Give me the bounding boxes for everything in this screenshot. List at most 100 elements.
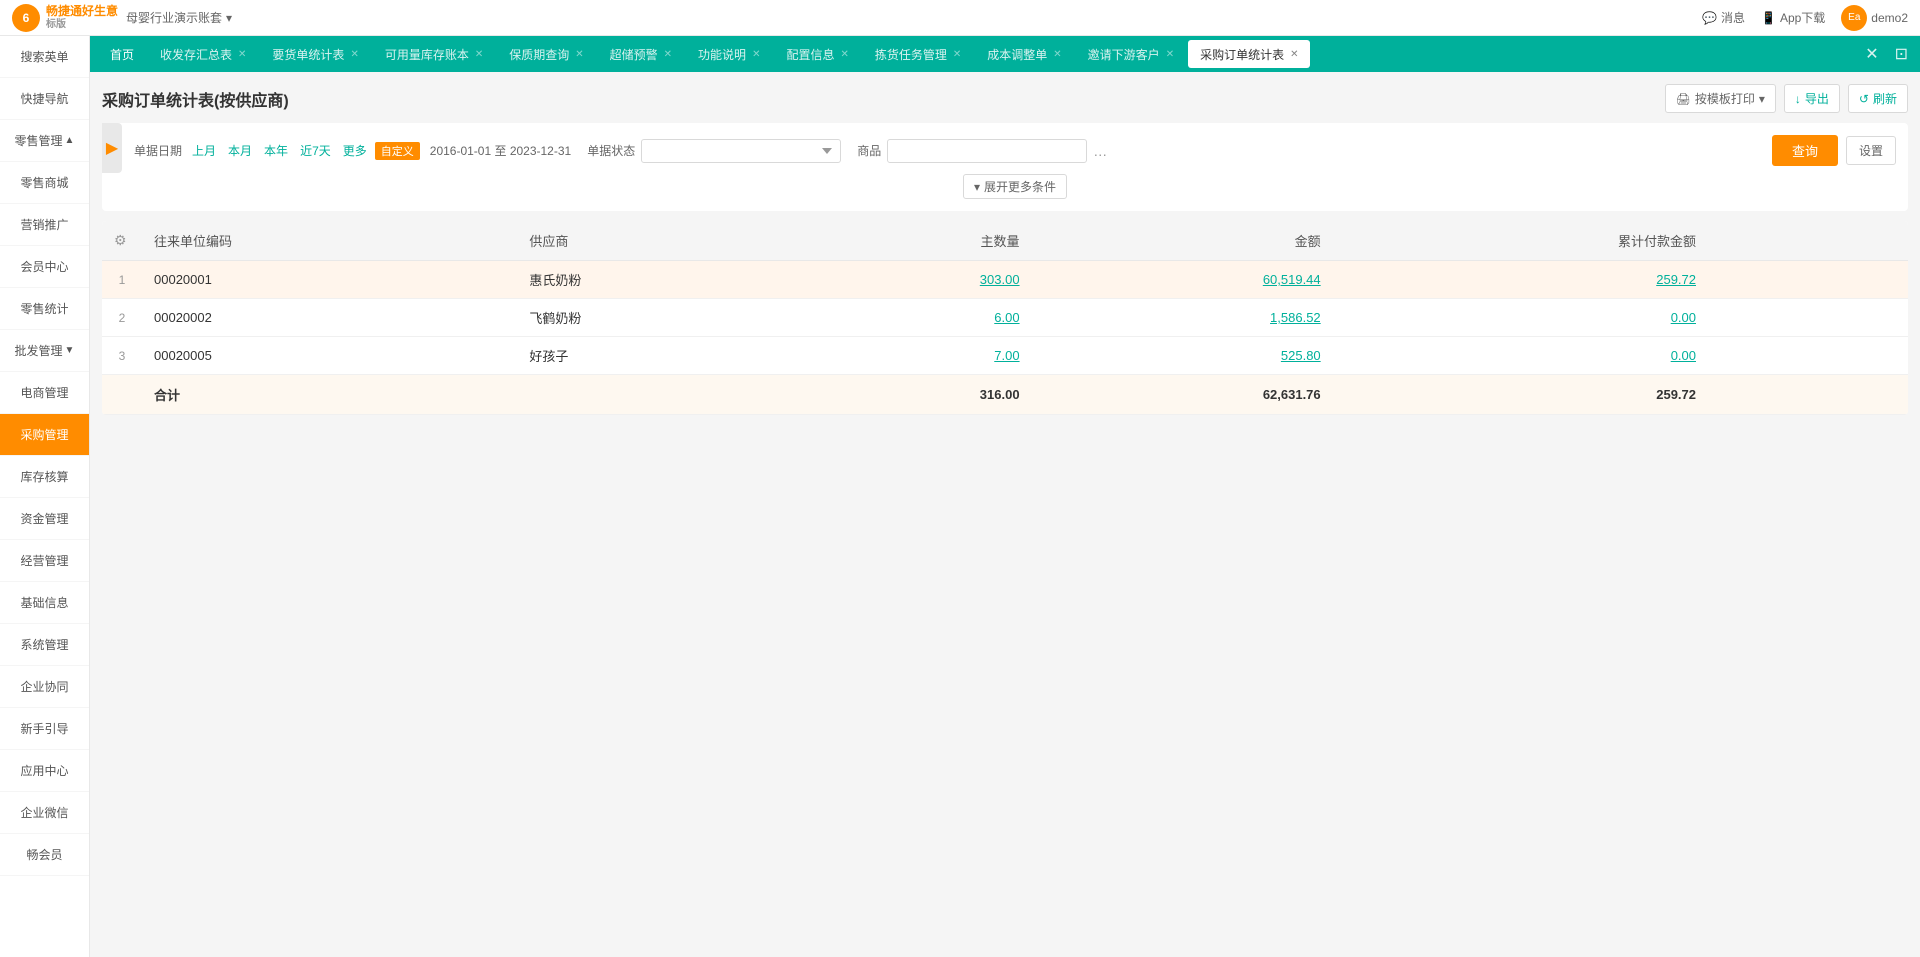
status-filter: 单据状态: [587, 139, 841, 163]
filter-section: ▶ 单据日期 上月 本月 本年 近7天 更多 自定义: [102, 123, 1908, 211]
top-bar-left: 6 畅捷通好生意 标版 母婴行业演示账套 ▾: [12, 4, 232, 32]
expand-filters-button[interactable]: ▾ 展开更多条件: [963, 174, 1067, 199]
sidebar-item-finance[interactable]: 资金管理: [0, 498, 89, 540]
user-profile[interactable]: Ea demo2: [1841, 5, 1908, 31]
close-tab-invite-downstream[interactable]: ✕: [1166, 49, 1174, 60]
close-tab-available-inv[interactable]: ✕: [475, 49, 483, 60]
close-tab-cost-adjust[interactable]: ✕: [1053, 49, 1061, 60]
sidebar-item-new-guide[interactable]: 新手引导: [0, 708, 89, 750]
maximize-tab-action[interactable]: ⊡: [1891, 44, 1912, 64]
table-row: 1 00020001 惠氏奶粉 303.00 60,519.44 259.72: [102, 261, 1908, 299]
chevron-down-icon: ▾: [226, 11, 232, 25]
tab-cost-adjust[interactable]: 成本调整单 ✕: [975, 40, 1073, 68]
shortcut-more[interactable]: 更多: [339, 140, 371, 161]
close-tab-func-desc[interactable]: ✕: [752, 49, 760, 60]
sidebar-item-enterprise[interactable]: 企业协同: [0, 666, 89, 708]
shortcut-this-month[interactable]: 本月: [224, 140, 256, 161]
sidebar-item-ecommerce[interactable]: 电商管理: [0, 372, 89, 414]
sidebar-item-wholesale-mgmt[interactable]: 批发管理 ▼: [0, 330, 89, 372]
expand-row: ▾ 展开更多条件: [134, 174, 1896, 199]
sidebar-item-marketing[interactable]: 营销推广: [0, 204, 89, 246]
cell-paid-amount[interactable]: 0.00: [1333, 337, 1708, 375]
tab-demand-stats[interactable]: 要货单统计表 ✕: [260, 40, 370, 68]
app-download-button[interactable]: 📱 App下载: [1761, 9, 1825, 26]
sidebar-item-inventory[interactable]: 库存核算: [0, 456, 89, 498]
cell-qty[interactable]: 303.00: [797, 261, 1032, 299]
close-tab-warranty[interactable]: ✕: [575, 49, 583, 60]
close-tab-overstock[interactable]: ✕: [664, 49, 672, 60]
tab-invite-downstream[interactable]: 邀请下游客户 ✕: [1076, 40, 1186, 68]
tab-warranty[interactable]: 保质期查询 ✕: [497, 40, 595, 68]
tab-overstock[interactable]: 超储预警 ✕: [598, 40, 684, 68]
close-tab-config-info[interactable]: ✕: [840, 49, 848, 60]
cell-empty: [1708, 337, 1908, 375]
sidebar-item-retail-store[interactable]: 零售商城: [0, 162, 89, 204]
sidebar-item-operations[interactable]: 经营管理: [0, 540, 89, 582]
status-select[interactable]: [641, 139, 841, 163]
th-qty: 主数量: [797, 221, 1032, 261]
tab-pick-task[interactable]: 拣货任务管理 ✕: [863, 40, 973, 68]
template-print-button[interactable]: 🖨 按模板打印 ▾: [1665, 84, 1776, 113]
chevron-icon: ▲: [65, 135, 75, 146]
sidebar-item-purchase-mgmt[interactable]: 采购管理: [0, 414, 89, 456]
cell-qty[interactable]: 7.00: [797, 337, 1032, 375]
cell-qty[interactable]: 6.00: [797, 299, 1032, 337]
page-content: 采购订单统计表(按供应商) 🖨 按模板打印 ▾ ↓ 导出 ↺ 刷新: [90, 72, 1920, 957]
sidebar-item-retail-mgmt[interactable]: 零售管理 ▲: [0, 120, 89, 162]
search-button[interactable]: 查询: [1772, 135, 1838, 166]
sidebar-item-quick-nav[interactable]: 快捷导航: [0, 78, 89, 120]
tab-collect-pay[interactable]: 收发存汇总表 ✕: [148, 40, 258, 68]
cell-unit-code: 00020002: [142, 299, 517, 337]
close-tab-action[interactable]: ✕: [1861, 44, 1882, 64]
goods-more-icon[interactable]: …: [1093, 143, 1107, 159]
chevron-right-icon: ▶: [106, 138, 118, 158]
sidebar-item-member-center[interactable]: 会员中心: [0, 246, 89, 288]
cell-empty: [1708, 261, 1908, 299]
footer-qty: 316.00: [797, 375, 1032, 415]
close-tab-demand-stats[interactable]: ✕: [350, 49, 358, 60]
logo-subtitle: 标版: [46, 19, 118, 31]
sidebar-item-basic-info[interactable]: 基础信息: [0, 582, 89, 624]
tab-home[interactable]: 首页: [98, 40, 146, 68]
shortcut-last-month[interactable]: 上月: [188, 140, 220, 161]
date-range-display: 2016-01-01 至 2023-12-31: [430, 142, 571, 159]
collapse-toggle[interactable]: ▶: [102, 123, 122, 173]
shortcut-last-7-days[interactable]: 近7天: [296, 140, 335, 161]
export-icon: ↓: [1795, 92, 1801, 106]
workspace-selector[interactable]: 母婴行业演示账套 ▾: [126, 9, 232, 26]
sidebar-item-system-mgmt[interactable]: 系统管理: [0, 624, 89, 666]
tab-available-inv[interactable]: 可用量库存账本 ✕: [373, 40, 495, 68]
settings-button[interactable]: 设置: [1846, 136, 1896, 165]
close-tab-collect-pay[interactable]: ✕: [238, 49, 246, 60]
cell-paid-amount[interactable]: 259.72: [1333, 261, 1708, 299]
sidebar-item-enterprise-wechat[interactable]: 企业微信: [0, 792, 89, 834]
logo-icon: 6: [12, 4, 40, 32]
cell-amount[interactable]: 1,586.52: [1032, 299, 1333, 337]
cell-amount[interactable]: 525.80: [1032, 337, 1333, 375]
sidebar-item-app-center[interactable]: 应用中心: [0, 750, 89, 792]
tab-purchase-order-stats[interactable]: 采购订单统计表 ✕: [1188, 40, 1310, 68]
column-settings-icon[interactable]: ⚙: [114, 232, 127, 248]
refresh-button[interactable]: ↺ 刷新: [1848, 84, 1908, 113]
tab-func-desc[interactable]: 功能说明 ✕: [686, 40, 772, 68]
export-button[interactable]: ↓ 导出: [1784, 84, 1840, 113]
content-area: 首页 收发存汇总表 ✕ 要货单统计表 ✕ 可用量库存账本 ✕ 保质期查询 ✕ 超…: [90, 36, 1920, 957]
th-paid-amount: 累计付款金额: [1333, 221, 1708, 261]
cell-paid-amount[interactable]: 0.00: [1333, 299, 1708, 337]
shortcut-this-year[interactable]: 本年: [260, 140, 292, 161]
sidebar-item-retail-stats[interactable]: 零售统计: [0, 288, 89, 330]
cell-amount[interactable]: 60,519.44: [1032, 261, 1333, 299]
chevron-icon: ▼: [65, 345, 75, 356]
close-tab-pick-task[interactable]: ✕: [953, 49, 961, 60]
nav-tabs: 首页 收发存汇总表 ✕ 要货单统计表 ✕ 可用量库存账本 ✕ 保质期查询 ✕ 超…: [90, 36, 1920, 72]
message-button[interactable]: 💬 消息: [1702, 9, 1745, 26]
tab-config-info[interactable]: 配置信息 ✕: [774, 40, 860, 68]
goods-input[interactable]: [887, 139, 1087, 163]
sidebar-item-member[interactable]: 畅会员: [0, 834, 89, 876]
date-filter: 单据日期 上月 本月 本年 近7天 更多 自定义 2016-01-01 至 20…: [134, 140, 571, 161]
close-tab-purchase-order-stats[interactable]: ✕: [1290, 49, 1298, 60]
date-custom-badge[interactable]: 自定义: [375, 142, 420, 160]
row-num: 2: [102, 299, 142, 337]
sidebar-item-search[interactable]: 搜索英单: [0, 36, 89, 78]
cell-supplier: 飞鹤奶粉: [517, 299, 797, 337]
